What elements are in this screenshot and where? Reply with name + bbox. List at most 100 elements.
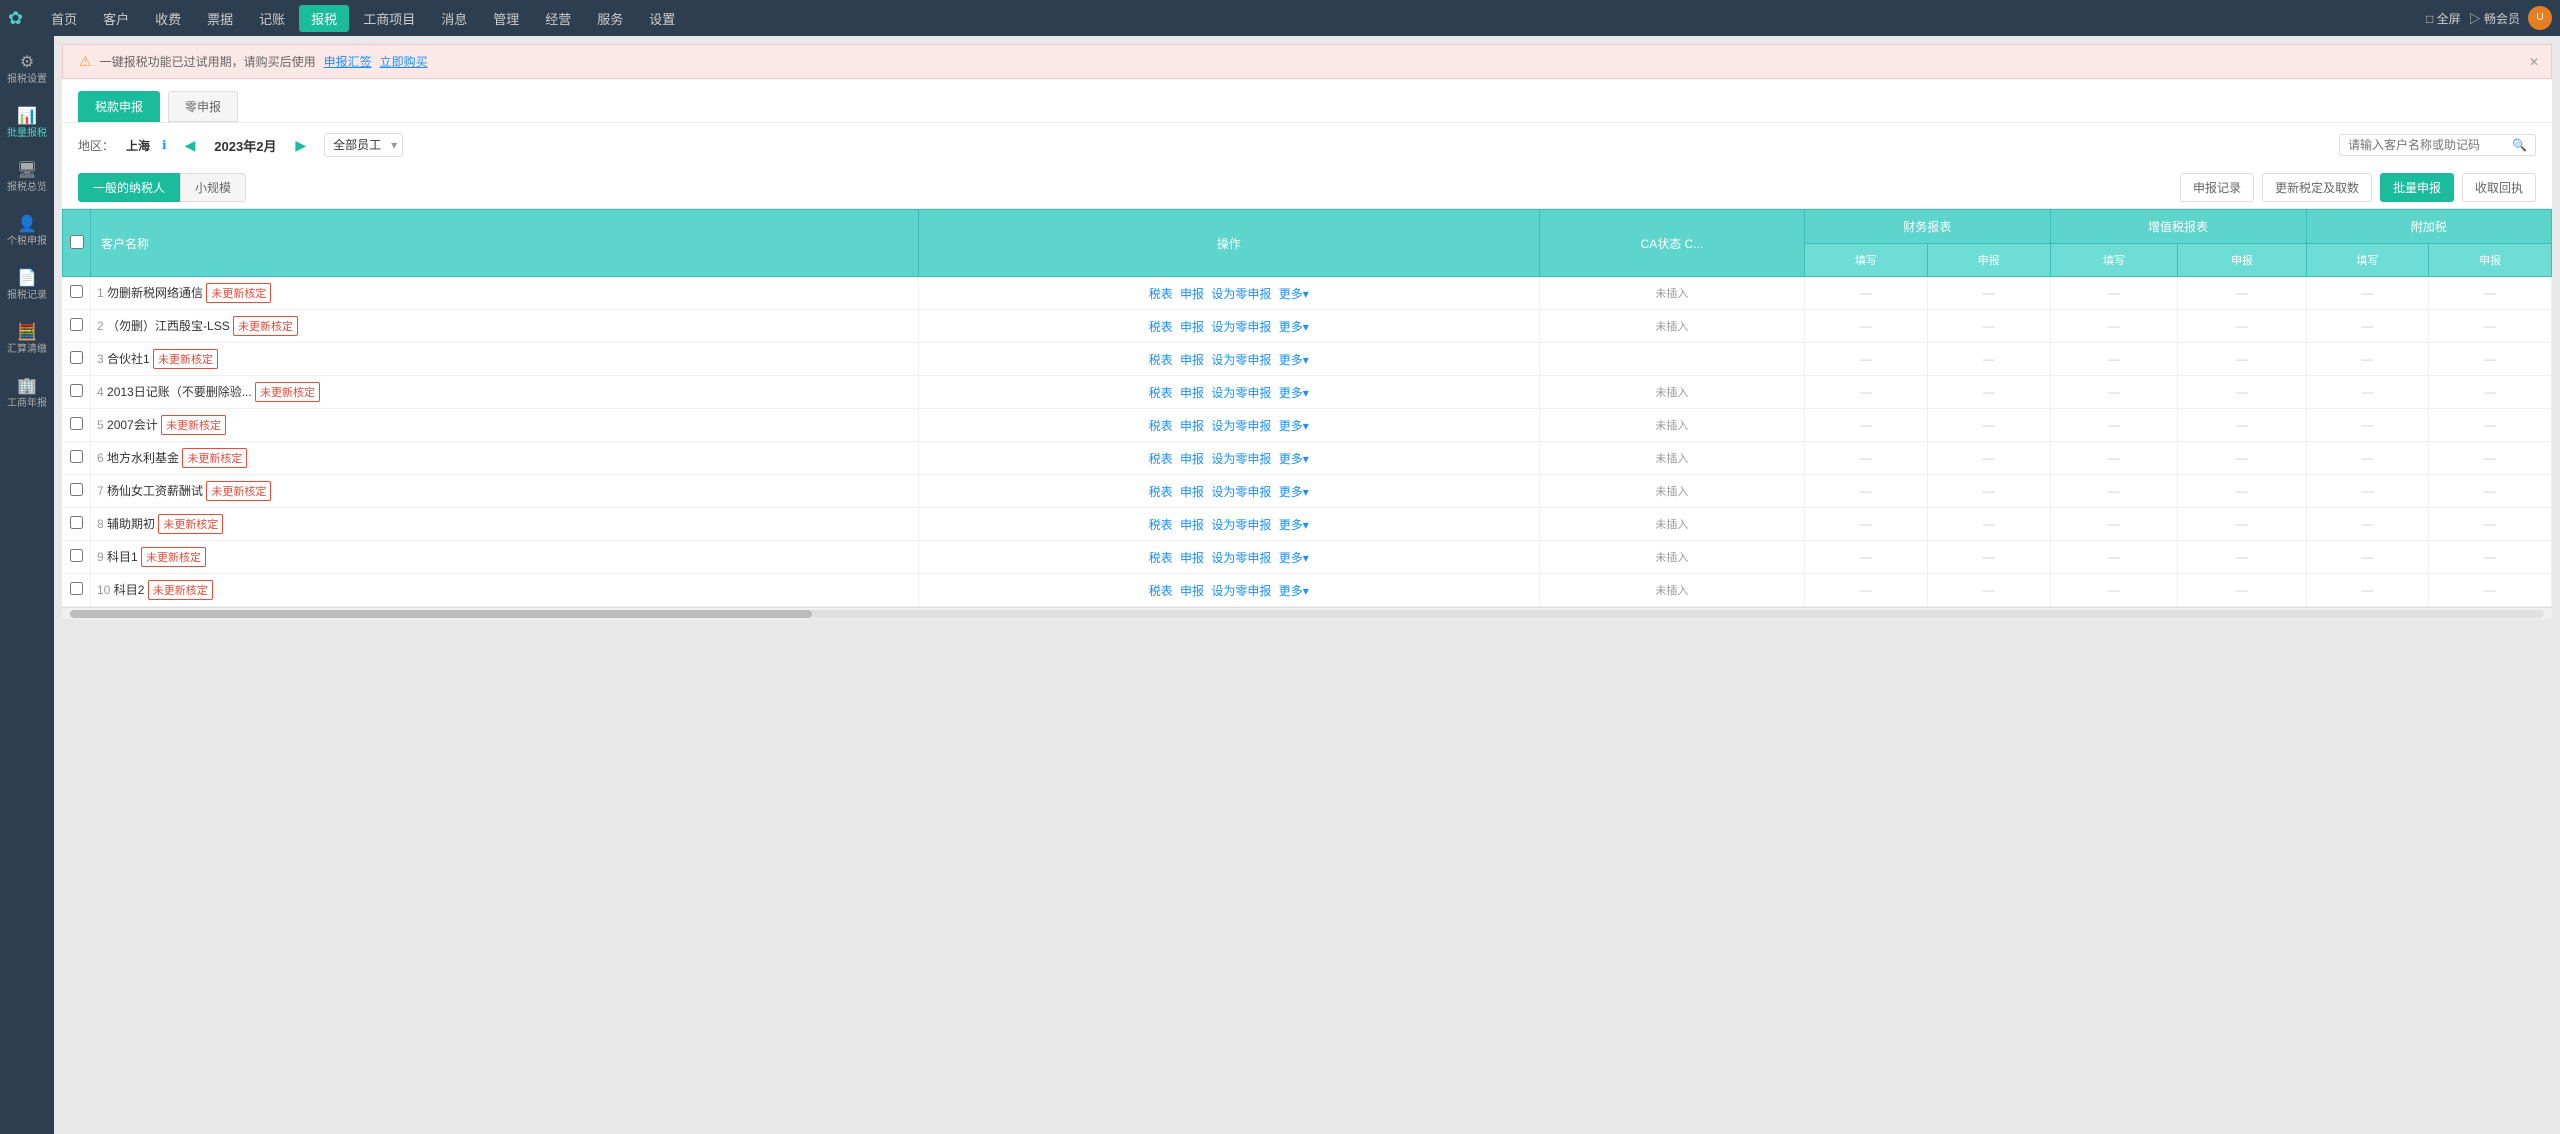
- scroll-thumb[interactable]: [70, 610, 812, 618]
- sidebar-item-tax-record[interactable]: 📄 报税记录: [0, 260, 54, 310]
- th-fin-dec: 申报: [1927, 244, 2050, 277]
- op-link-2[interactable]: 设为零申报: [1211, 287, 1271, 301]
- row-checkbox-8[interactable]: [70, 549, 83, 562]
- nav-manage[interactable]: 管理: [481, 5, 531, 32]
- op-link-3[interactable]: 更多▾: [1279, 353, 1309, 367]
- row-checkbox-4[interactable]: [70, 417, 83, 430]
- op-link-1[interactable]: 申报: [1180, 320, 1204, 334]
- row-checkbox-2[interactable]: [70, 351, 83, 364]
- op-link-3[interactable]: 更多▾: [1279, 320, 1309, 334]
- op-link-2[interactable]: 设为零申报: [1211, 386, 1271, 400]
- op-link-2[interactable]: 设为零申报: [1211, 584, 1271, 598]
- row-operations: 税表 申报 设为零申报 更多▾: [918, 442, 1539, 475]
- op-link-0[interactable]: 税表: [1149, 386, 1173, 400]
- op-link-0[interactable]: 税表: [1149, 419, 1173, 433]
- row-checkbox-cell: [63, 376, 91, 409]
- sidebar-item-annual-settlement[interactable]: 🧮 汇算清缴: [0, 314, 54, 364]
- action-row: 一般的纳税人 小规模 申报记录 更新税定及取数 批量申报 收取回执: [62, 167, 2552, 209]
- op-link-3[interactable]: 更多▾: [1279, 485, 1309, 499]
- info-icon[interactable]: ℹ: [162, 138, 167, 152]
- op-link-0[interactable]: 税表: [1149, 485, 1173, 499]
- op-link-1[interactable]: 申报: [1180, 485, 1204, 499]
- row-checkbox-1[interactable]: [70, 318, 83, 331]
- horizontal-scrollbar[interactable]: [62, 607, 2552, 619]
- dept-select[interactable]: 全部员工: [324, 133, 403, 157]
- op-link-2[interactable]: 设为零申报: [1211, 452, 1271, 466]
- op-link-0[interactable]: 税表: [1149, 287, 1173, 301]
- tab-zero-declaration[interactable]: 零申报: [168, 91, 238, 122]
- annual-settlement-icon: 🧮: [17, 322, 37, 342]
- op-link-2[interactable]: 设为零申报: [1211, 551, 1271, 565]
- op-link-3[interactable]: 更多▾: [1279, 419, 1309, 433]
- fullscreen-btn[interactable]: □ 全屏: [2426, 10, 2461, 27]
- sidebar-item-annual-report[interactable]: 🏢 工商年报: [0, 368, 54, 418]
- op-link-3[interactable]: 更多▾: [1279, 452, 1309, 466]
- op-link-2[interactable]: 设为零申报: [1211, 419, 1271, 433]
- op-link-1[interactable]: 申报: [1180, 518, 1204, 532]
- user-avatar[interactable]: U: [2528, 6, 2552, 30]
- nav-bookkeeping[interactable]: 记账: [247, 5, 297, 32]
- collect-return-btn[interactable]: 收取回执: [2462, 173, 2536, 202]
- op-link-1[interactable]: 申报: [1180, 551, 1204, 565]
- op-link-2[interactable]: 设为零申报: [1211, 518, 1271, 532]
- tab-general-taxpayer[interactable]: 一般的纳税人: [78, 173, 180, 202]
- op-link-0[interactable]: 税表: [1149, 452, 1173, 466]
- filter-row: 地区： 上海 ℹ ◀ 2023年2月 ▶ 全部员工: [62, 123, 2552, 167]
- row-checkbox-6[interactable]: [70, 483, 83, 496]
- notification-close[interactable]: ✕: [2529, 55, 2539, 69]
- member-btn[interactable]: ▷ 畅会员: [2469, 10, 2520, 27]
- nav-invoice[interactable]: 票据: [195, 5, 245, 32]
- op-link-0[interactable]: 税表: [1149, 584, 1173, 598]
- op-link-1[interactable]: 申报: [1180, 452, 1204, 466]
- op-link-0[interactable]: 税表: [1149, 353, 1173, 367]
- row-checkbox-9[interactable]: [70, 582, 83, 595]
- nav-service[interactable]: 服务: [585, 5, 635, 32]
- notification-link1[interactable]: 申报汇签: [324, 53, 372, 70]
- op-link-0[interactable]: 税表: [1149, 518, 1173, 532]
- sidebar-item-tax-settings[interactable]: ⚙ 报税设置: [0, 44, 54, 94]
- notification-link2[interactable]: 立即购买: [380, 53, 428, 70]
- op-link-2[interactable]: 设为零申报: [1211, 353, 1271, 367]
- declaration-record-btn[interactable]: 申报记录: [2180, 173, 2254, 202]
- op-link-1[interactable]: 申报: [1180, 419, 1204, 433]
- date-next-btn[interactable]: ▶: [289, 135, 312, 156]
- nav-billing[interactable]: 收费: [143, 5, 193, 32]
- nav-tax[interactable]: 报税: [299, 5, 349, 32]
- row-checkbox-7[interactable]: [70, 516, 83, 529]
- nav-client[interactable]: 客户: [91, 5, 141, 32]
- op-link-0[interactable]: 税表: [1149, 551, 1173, 565]
- sidebar-item-personal-tax[interactable]: 👤 个税申报: [0, 206, 54, 256]
- row-checkbox-0[interactable]: [70, 285, 83, 298]
- op-link-2[interactable]: 设为零申报: [1211, 485, 1271, 499]
- op-link-3[interactable]: 更多▾: [1279, 551, 1309, 565]
- op-link-0[interactable]: 税表: [1149, 320, 1173, 334]
- search-icon[interactable]: 🔍: [2512, 138, 2527, 152]
- op-link-1[interactable]: 申报: [1180, 584, 1204, 598]
- op-link-3[interactable]: 更多▾: [1279, 386, 1309, 400]
- op-link-1[interactable]: 申报: [1180, 353, 1204, 367]
- op-link-1[interactable]: 申报: [1180, 386, 1204, 400]
- op-link-3[interactable]: 更多▾: [1279, 584, 1309, 598]
- select-all-checkbox[interactable]: [70, 235, 84, 249]
- row-checkbox-3[interactable]: [70, 384, 83, 397]
- tab-tax-declaration[interactable]: 税款申报: [78, 91, 160, 122]
- date-prev-btn[interactable]: ◀: [179, 135, 202, 156]
- nav-messages[interactable]: 消息: [429, 5, 479, 32]
- search-input[interactable]: [2348, 138, 2508, 152]
- nav-settings[interactable]: 设置: [637, 5, 687, 32]
- op-link-2[interactable]: 设为零申报: [1211, 320, 1271, 334]
- nav-operations[interactable]: 经营: [533, 5, 583, 32]
- nav-commerce[interactable]: 工商项目: [351, 5, 427, 32]
- sidebar-item-batch-tax[interactable]: 📊 批量报税: [0, 98, 54, 148]
- sidebar-item-tax-overview[interactable]: 🖥 报税总览: [0, 152, 54, 202]
- update-tax-btn[interactable]: 更新税定及取数: [2262, 173, 2372, 202]
- batch-declare-btn[interactable]: 批量申报: [2380, 173, 2454, 202]
- row-vat-fill: —: [2050, 574, 2178, 607]
- nav-home[interactable]: 首页: [39, 5, 89, 32]
- row-checkbox-5[interactable]: [70, 450, 83, 463]
- op-link-1[interactable]: 申报: [1180, 287, 1204, 301]
- op-link-3[interactable]: 更多▾: [1279, 287, 1309, 301]
- op-link-3[interactable]: 更多▾: [1279, 518, 1309, 532]
- row-checkbox-cell: [63, 508, 91, 541]
- tab-small-scale[interactable]: 小规模: [180, 173, 246, 202]
